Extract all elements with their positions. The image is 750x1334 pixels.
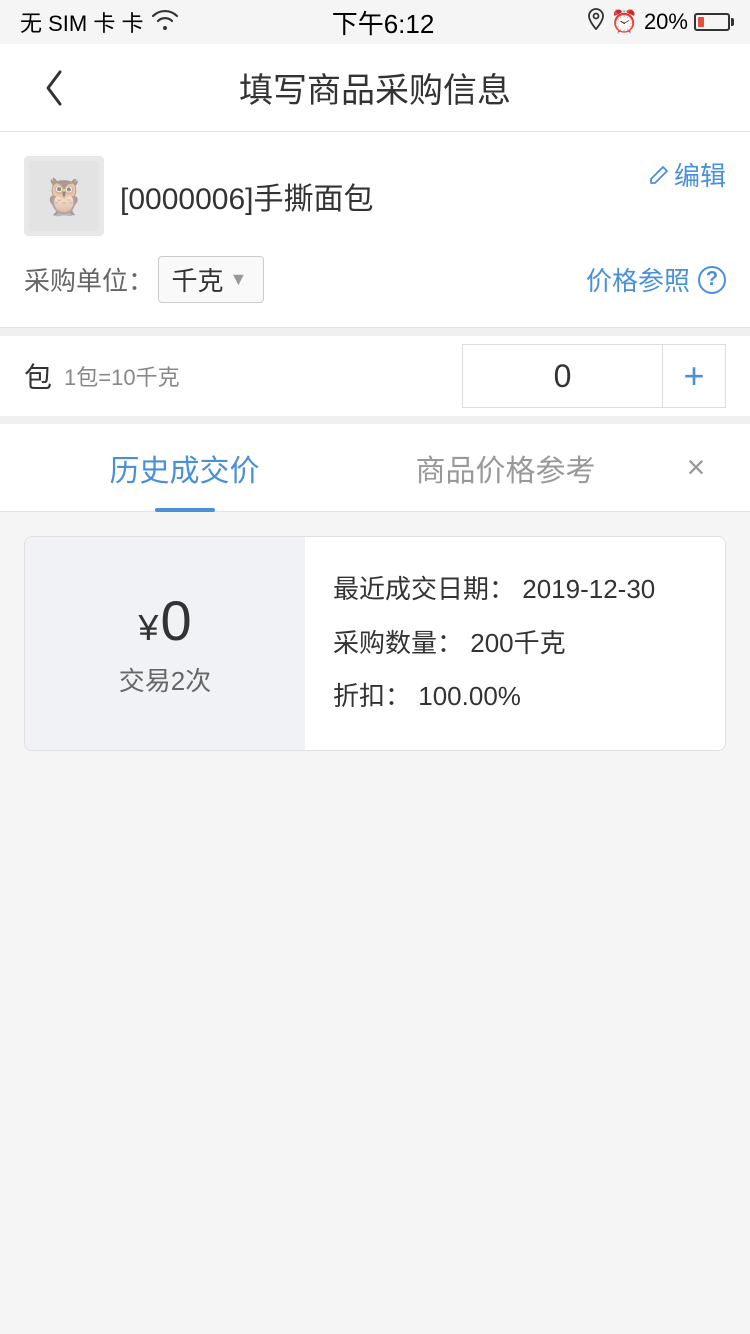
content-area: ¥ 0 交易2次 最近成交日期： 2019-12-30 采购数量： 200千克 … (0, 512, 750, 1112)
discount-row: 折扣： 100.00% (333, 676, 697, 718)
trade-count: 交易2次 (119, 661, 211, 698)
tab-close-button[interactable]: × (666, 438, 726, 498)
quantity-plus-button[interactable]: + (662, 344, 726, 408)
product-name: [0000006]手撕面包 (120, 174, 373, 218)
tab-product-price-ref[interactable]: 商品价格参考 (345, 424, 666, 512)
unit-hint: 1包=10千克 (64, 360, 180, 392)
help-icon: ? (698, 266, 726, 294)
unit-selector: 采购单位： 千克 ▼ (24, 256, 264, 303)
page-title: 填写商品采购信息 (239, 63, 511, 112)
status-left: 无 SIM 卡 卡 (20, 6, 179, 38)
alarm-icon: ⏰ (611, 9, 638, 35)
sim-status: 无 SIM 卡 卡 (20, 6, 143, 38)
price-value: 0 (160, 588, 191, 653)
unit-select-button[interactable]: 千克 ▼ (158, 256, 264, 303)
section-divider (0, 328, 750, 336)
price-reference-button[interactable]: 价格参照 ? (586, 261, 726, 298)
product-info: 🦉 [0000006]手撕面包 (24, 156, 373, 236)
purchase-qty-row: 采购数量： 200千克 (333, 623, 697, 665)
history-price: ¥ 0 (138, 588, 191, 653)
product-header: 🦉 [0000006]手撕面包 编辑 (24, 156, 726, 236)
quantity-label: 包 1包=10千克 (24, 356, 180, 396)
currency-symbol: ¥ (138, 607, 158, 649)
quantity-section: 包 1包=10千克 + (0, 336, 750, 424)
nav-bar: 填写商品采购信息 (0, 44, 750, 132)
history-price-card: ¥ 0 交易2次 最近成交日期： 2019-12-30 采购数量： 200千克 … (24, 536, 726, 751)
purchase-qty-value: 200千克 (470, 628, 565, 658)
unit-label: 采购单位： (24, 266, 154, 296)
back-button[interactable] (24, 58, 84, 118)
battery-fill (698, 17, 704, 27)
product-unit-row: 采购单位： 千克 ▼ 价格参照 ? (24, 256, 726, 327)
status-time: 下午6:12 (332, 4, 435, 41)
status-bar: 无 SIM 卡 卡 下午6:12 ⏰ 20% (0, 0, 750, 44)
quantity-input[interactable] (462, 344, 662, 408)
product-card: 🦉 [0000006]手撕面包 编辑 采购单位： 千克 ▼ 价格参照 ? (0, 132, 750, 328)
tabs-section: 历史成交价 商品价格参考 × (0, 424, 750, 512)
edit-button[interactable]: 编辑 (648, 156, 726, 193)
location-icon (587, 8, 605, 36)
quantity-controls: + (462, 344, 726, 408)
battery-icon (694, 13, 730, 31)
svg-text:🦉: 🦉 (42, 176, 87, 217)
package-label: 包 (24, 356, 52, 396)
dropdown-arrow-icon: ▼ (229, 269, 247, 290)
unit-value: 千克 (171, 261, 223, 298)
wifi-icon (151, 8, 179, 36)
recent-date-value: 2019-12-30 (522, 574, 655, 604)
product-image: 🦉 (24, 156, 104, 236)
history-left: ¥ 0 交易2次 (25, 537, 305, 750)
status-right: ⏰ 20% (587, 8, 730, 36)
tab-history-price[interactable]: 历史成交价 (24, 424, 345, 512)
recent-date-label: 最近成交日期： (333, 574, 515, 604)
recent-date-row: 最近成交日期： 2019-12-30 (333, 569, 697, 611)
history-right: 最近成交日期： 2019-12-30 采购数量： 200千克 折扣： 100.0… (305, 537, 725, 750)
battery-percentage: 20% (644, 9, 688, 35)
purchase-qty-label: 采购数量： (333, 628, 463, 658)
discount-value: 100.00% (418, 681, 521, 711)
discount-label: 折扣： (333, 681, 411, 711)
